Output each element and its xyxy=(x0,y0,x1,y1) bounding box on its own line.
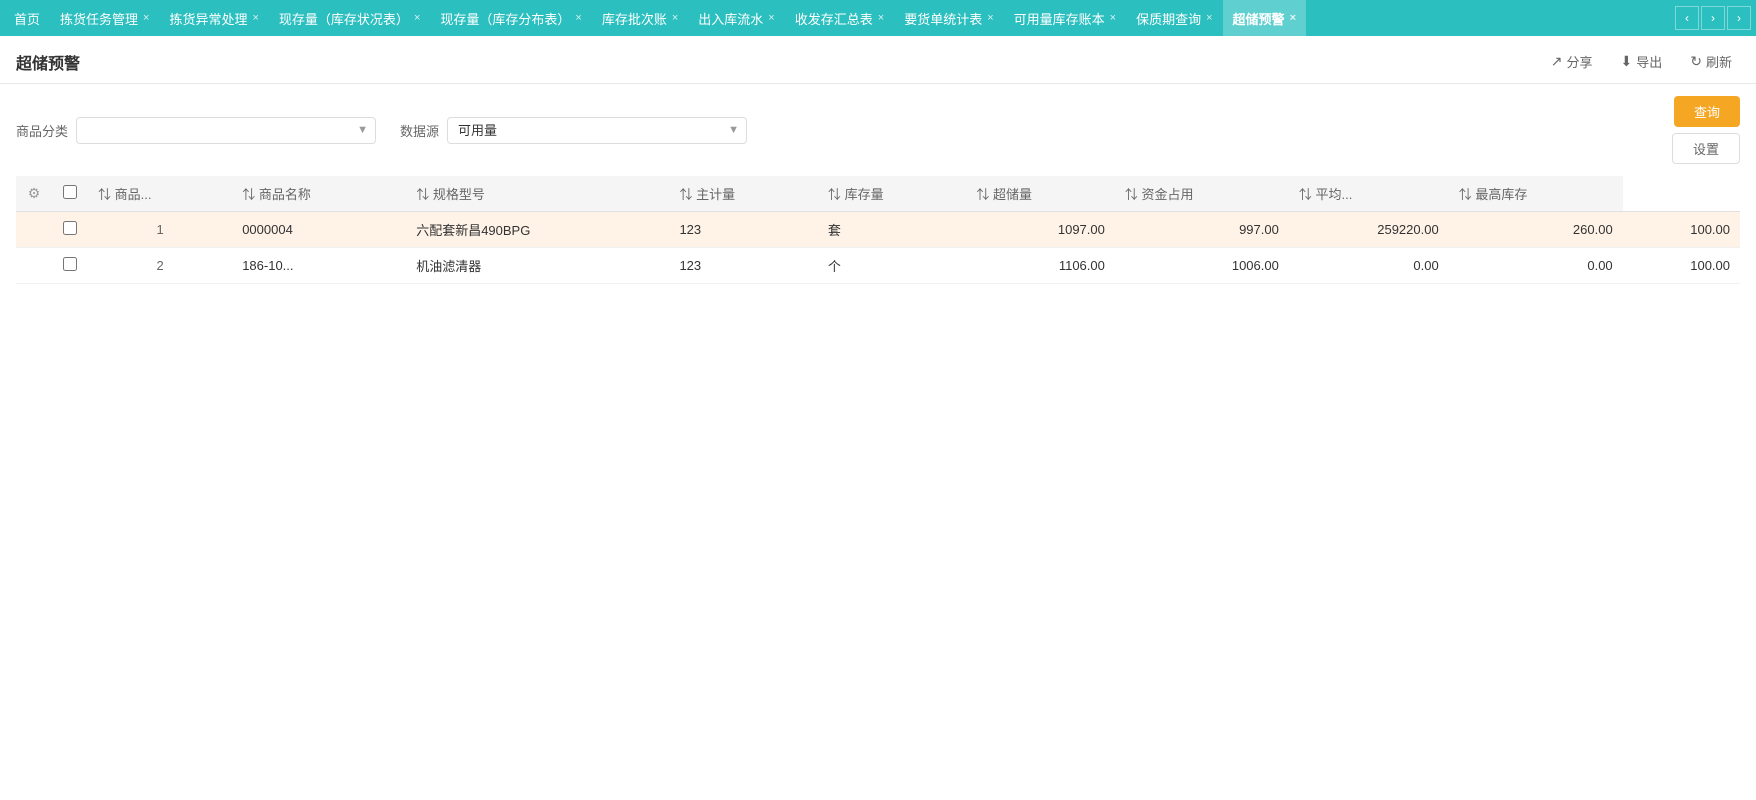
share-button[interactable]: ↗ 分享 xyxy=(1543,48,1601,75)
row-checkbox-cell-0 xyxy=(52,212,88,248)
filter-area: 商品分类 ▼ 数据源 可用量 库存量 ▼ 查询 设置 xyxy=(0,84,1756,176)
close-nav-task-mgmt[interactable]: × xyxy=(143,12,149,24)
row-overstock-1: 1006.00 xyxy=(1115,248,1289,284)
row-capital-0: 259220.00 xyxy=(1289,212,1449,248)
refresh-button[interactable]: ↻ 刷新 xyxy=(1682,48,1740,75)
row-unit-0: 套 xyxy=(818,212,966,248)
datasource-select-wrapper: 可用量 库存量 ▼ xyxy=(447,117,747,144)
close-nav-requisition[interactable]: × xyxy=(987,12,993,24)
row-checkbox-0[interactable] xyxy=(63,221,77,235)
nav-inout-flow[interactable]: 出入库流水 × xyxy=(688,0,784,36)
col-product-name[interactable]: ⇅ 商品名称 xyxy=(232,176,406,212)
close-nav-expiry[interactable]: × xyxy=(1206,12,1212,24)
row-spec-0: 123 xyxy=(669,212,817,248)
row-settings-1 xyxy=(16,248,52,284)
category-select-wrapper: ▼ xyxy=(76,117,376,144)
export-icon: ⬇ xyxy=(1621,53,1633,70)
settings-button[interactable]: 设置 xyxy=(1672,133,1740,164)
nav-arrows: ‹ › › xyxy=(1674,6,1752,30)
category-select[interactable] xyxy=(76,117,376,144)
nav-available[interactable]: 可用量库存账本 × xyxy=(1004,0,1126,36)
nav-overstock[interactable]: 超储预警 × xyxy=(1223,0,1306,36)
row-checkbox-1[interactable] xyxy=(63,257,77,271)
page-header: 超储预警 ↗ 分享 ⬇ 导出 ↻ 刷新 xyxy=(0,36,1756,84)
col-stock[interactable]: ⇅ 库存量 xyxy=(818,176,966,212)
row-capital-1: 0.00 xyxy=(1289,248,1449,284)
row-stock-1: 1106.00 xyxy=(966,248,1114,284)
row-spec-1: 123 xyxy=(669,248,817,284)
page-title: 超储预警 xyxy=(16,50,80,74)
col-avg[interactable]: ⇅ 平均... xyxy=(1289,176,1449,212)
table-container: ⚙ ⇅ 商品... ⇅ 商品名称 ⇅ 规格型号 xyxy=(0,176,1756,284)
query-button[interactable]: 查询 xyxy=(1674,96,1740,127)
row-num-0: 1 xyxy=(88,212,232,248)
close-nav-summary[interactable]: × xyxy=(878,12,884,24)
row-num-1: 2 xyxy=(88,248,232,284)
close-nav-available[interactable]: × xyxy=(1110,12,1116,24)
refresh-icon: ↻ xyxy=(1690,53,1702,70)
row-product-name-0: 六配套新昌490BPG xyxy=(406,212,669,248)
col-overstock[interactable]: ⇅ 超储量 xyxy=(966,176,1114,212)
col-unit[interactable]: ⇅ 主计量 xyxy=(669,176,817,212)
row-product-code-0: 0000004 xyxy=(232,212,406,248)
close-nav-stock-status[interactable]: × xyxy=(414,12,420,24)
data-table: ⚙ ⇅ 商品... ⇅ 商品名称 ⇅ 规格型号 xyxy=(16,176,1740,284)
nav-stock-status[interactable]: 现存量（库存状况表） × xyxy=(269,0,430,36)
column-settings-icon[interactable]: ⚙ xyxy=(28,185,41,201)
row-max-stock-0: 100.00 xyxy=(1623,212,1740,248)
nav-next-arrow[interactable]: › xyxy=(1701,6,1725,30)
row-product-name-1: 机油滤清器 xyxy=(406,248,669,284)
nav-task-mgmt[interactable]: 拣货任务管理 × xyxy=(50,0,159,36)
nav-batch[interactable]: 库存批次账 × xyxy=(592,0,688,36)
col-capital[interactable]: ⇅ 资金占用 xyxy=(1115,176,1289,212)
row-unit-1: 个 xyxy=(818,248,966,284)
share-icon: ↗ xyxy=(1551,53,1563,70)
row-max-stock-1: 100.00 xyxy=(1623,248,1740,284)
table-body: 1 0000004 六配套新昌490BPG 123 套 1097.00 997.… xyxy=(16,212,1740,284)
row-avg-1: 0.00 xyxy=(1449,248,1623,284)
table-row: 2 186-10... 机油滤清器 123 个 1106.00 1006.00 … xyxy=(16,248,1740,284)
nav-more-arrow[interactable]: › xyxy=(1727,6,1751,30)
table-header-row: ⚙ ⇅ 商品... ⇅ 商品名称 ⇅ 规格型号 xyxy=(16,176,1740,212)
close-nav-inout-flow[interactable]: × xyxy=(768,12,774,24)
row-settings-0 xyxy=(16,212,52,248)
nav-stock-dist[interactable]: 现存量（库存分布表） × xyxy=(430,0,591,36)
export-button[interactable]: ⬇ 导出 xyxy=(1613,48,1671,75)
top-nav: 首页 拣货任务管理 × 拣货异常处理 × 现存量（库存状况表） × 现存量（库存… xyxy=(0,0,1756,36)
row-stock-0: 1097.00 xyxy=(966,212,1114,248)
nav-prev-arrow[interactable]: ‹ xyxy=(1675,6,1699,30)
nav-expiry[interactable]: 保质期查询 × xyxy=(1126,0,1222,36)
nav-home[interactable]: 首页 xyxy=(4,0,50,36)
datasource-select[interactable]: 可用量 库存量 xyxy=(447,117,747,144)
close-nav-batch[interactable]: × xyxy=(672,12,678,24)
nav-summary[interactable]: 收发存汇总表 × xyxy=(785,0,894,36)
page-container: 超储预警 ↗ 分享 ⬇ 导出 ↻ 刷新 商品分类 ▼ xyxy=(0,36,1756,800)
close-nav-overstock[interactable]: × xyxy=(1290,12,1296,24)
filter-right-buttons: 查询 设置 xyxy=(1672,96,1740,164)
col-checkbox-header xyxy=(52,176,88,212)
datasource-label: 数据源 xyxy=(400,121,439,140)
close-nav-exception[interactable]: × xyxy=(252,12,258,24)
table-row: 1 0000004 六配套新昌490BPG 123 套 1097.00 997.… xyxy=(16,212,1740,248)
row-overstock-0: 997.00 xyxy=(1115,212,1289,248)
row-product-code-1: 186-10... xyxy=(232,248,406,284)
header-actions: ↗ 分享 ⬇ 导出 ↻ 刷新 xyxy=(1543,48,1740,75)
select-all-checkbox[interactable] xyxy=(63,185,77,199)
col-max-stock[interactable]: ⇅ 最高库存 xyxy=(1449,176,1623,212)
category-label: 商品分类 xyxy=(16,121,68,140)
row-checkbox-cell-1 xyxy=(52,248,88,284)
col-settings: ⚙ xyxy=(16,176,52,212)
col-product-code[interactable]: ⇅ 商品... xyxy=(88,176,232,212)
category-filter-group: 商品分类 ▼ xyxy=(16,117,376,144)
col-spec[interactable]: ⇅ 规格型号 xyxy=(406,176,669,212)
close-nav-stock-dist[interactable]: × xyxy=(575,12,581,24)
datasource-filter-group: 数据源 可用量 库存量 ▼ xyxy=(400,117,747,144)
nav-requisition[interactable]: 要货单统计表 × xyxy=(894,0,1003,36)
nav-exception[interactable]: 拣货异常处理 × xyxy=(159,0,268,36)
row-avg-0: 260.00 xyxy=(1449,212,1623,248)
